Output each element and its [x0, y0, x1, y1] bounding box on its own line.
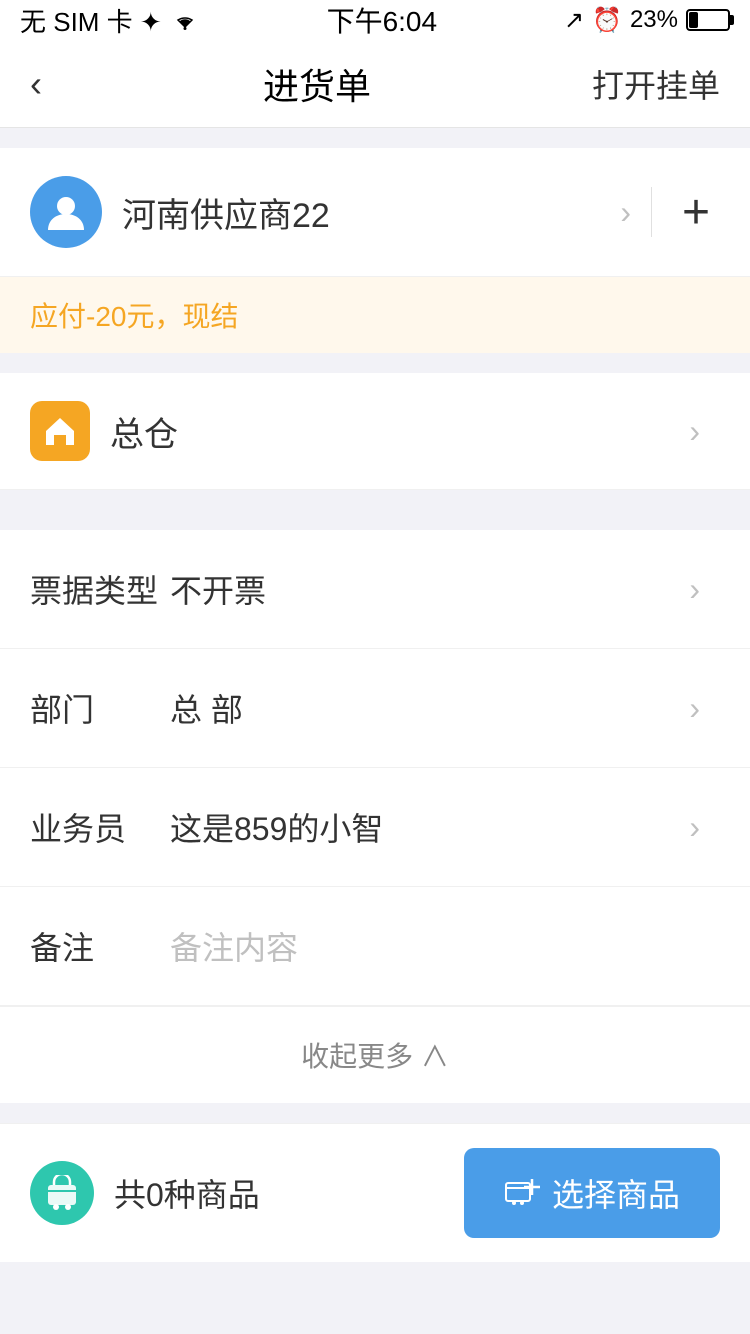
- cart-add-icon: [504, 1175, 540, 1211]
- notice-bar: 应付-20元，现结: [0, 277, 750, 353]
- mid-divider2: [0, 490, 750, 510]
- supplier-row[interactable]: 河南供应商22 › +: [0, 148, 750, 277]
- sim-indicator: 无 SIM 卡 ✦: [20, 2, 162, 39]
- person-icon: [44, 190, 88, 234]
- warehouse-chevron-icon: ›: [689, 413, 700, 450]
- status-time: 下午6:04: [327, 0, 438, 40]
- mid-divider1: [0, 353, 750, 373]
- house-icon: [42, 413, 78, 449]
- collapse-text: 收起更多 ∧: [301, 1035, 449, 1075]
- cart-icon: [44, 1175, 80, 1211]
- top-divider: [0, 128, 750, 148]
- supplier-section: 河南供应商22 › + 应付-20元，现结: [0, 148, 750, 353]
- form-section: 票据类型 不开票 › 部门 总 部 › 业务员 这是859的小智 › 备注 备注…: [0, 530, 750, 1103]
- battery-icon: [686, 9, 730, 31]
- nav-bar: ‹ 进货单 打开挂单: [0, 40, 750, 128]
- status-right: ↗ ⏰ 23%: [564, 6, 730, 35]
- department-row[interactable]: 部门 总 部 ›: [0, 649, 750, 768]
- page-title: 进货单: [263, 58, 371, 110]
- product-count-text: 共0种商品: [114, 1170, 464, 1216]
- supplier-name: 河南供应商22: [122, 188, 620, 237]
- dept-chevron-icon: ›: [689, 690, 700, 727]
- supplier-chevron-icon: ›: [620, 194, 631, 231]
- warehouse-row[interactable]: 总仓 ›: [0, 373, 750, 490]
- invoice-label: 票据类型: [30, 566, 170, 612]
- staff-label: 业务员: [30, 804, 170, 850]
- remark-row[interactable]: 备注 备注内容: [0, 887, 750, 1006]
- dept-label: 部门: [30, 685, 170, 731]
- invoice-type-row[interactable]: 票据类型 不开票 ›: [0, 530, 750, 649]
- wifi-icon: [170, 9, 200, 31]
- select-goods-label: 选择商品: [552, 1170, 680, 1216]
- staff-chevron-icon: ›: [689, 809, 700, 846]
- back-button[interactable]: ‹: [30, 63, 42, 105]
- invoice-chevron-icon: ›: [689, 571, 700, 608]
- staff-value: 这是859的小智: [170, 804, 689, 850]
- warehouse-name: 总仓: [110, 407, 689, 456]
- remark-label: 备注: [30, 923, 170, 969]
- invoice-value: 不开票: [170, 566, 689, 612]
- bottom-bar: 共0种商品 选择商品: [0, 1123, 750, 1262]
- remark-placeholder[interactable]: 备注内容: [170, 923, 720, 969]
- warehouse-section: 总仓 ›: [0, 373, 750, 490]
- vertical-divider: [651, 187, 652, 237]
- select-goods-button[interactable]: 选择商品: [464, 1148, 720, 1238]
- collapse-row[interactable]: 收起更多 ∧: [0, 1006, 750, 1103]
- status-left: 无 SIM 卡 ✦: [20, 2, 200, 39]
- dept-value: 总 部: [170, 685, 689, 731]
- product-count-icon: [30, 1161, 94, 1225]
- warehouse-icon: [30, 401, 90, 461]
- open-pending-button[interactable]: 打开挂单: [592, 61, 720, 107]
- location-icon: ↗: [564, 6, 584, 35]
- add-supplier-button[interactable]: +: [672, 185, 720, 240]
- alarm-icon: ⏰: [592, 6, 622, 35]
- status-bar: 无 SIM 卡 ✦ 下午6:04 ↗ ⏰ 23%: [0, 0, 750, 40]
- battery-percent: 23%: [630, 6, 678, 34]
- supplier-avatar: [30, 176, 102, 248]
- staff-row[interactable]: 业务员 这是859的小智 ›: [0, 768, 750, 887]
